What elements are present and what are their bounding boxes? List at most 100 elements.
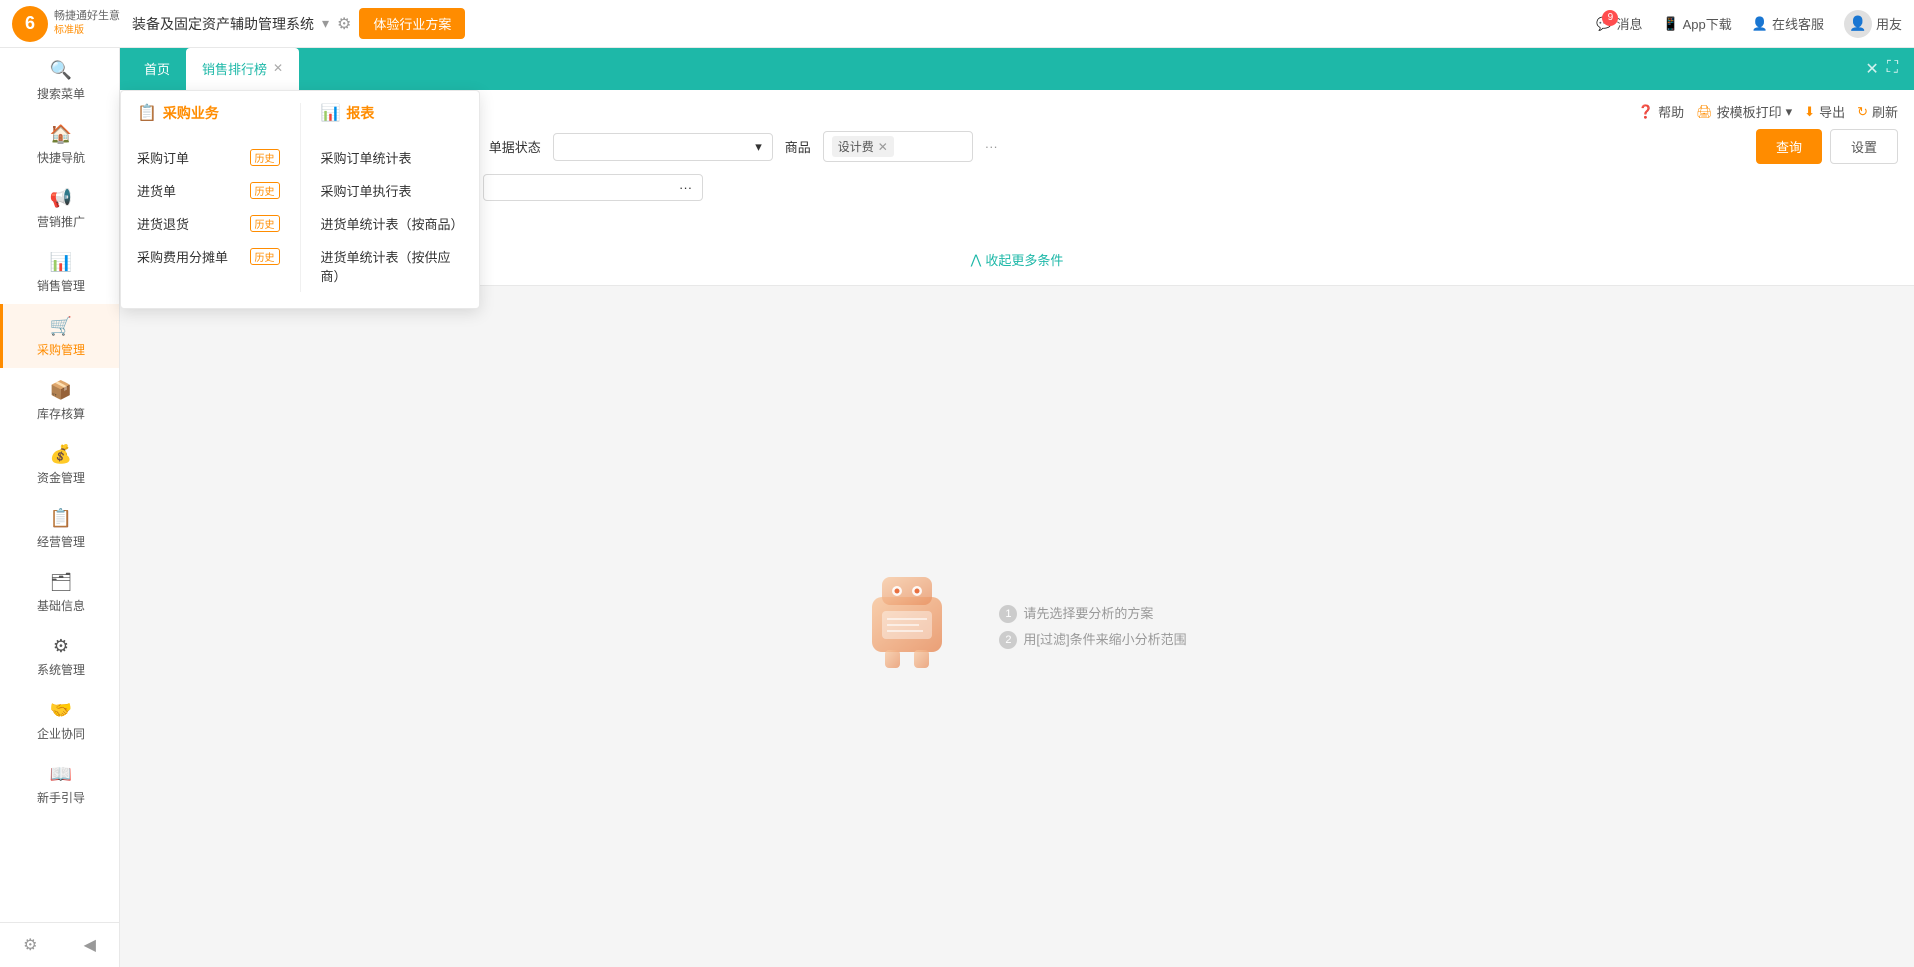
dropdown-col2-title: 📊 报表 [321, 103, 464, 129]
dropdown-col-purchase: 📋 采购业务 采购订单 历史 进货单 历史 进货退货 历史 采购费用分摊单 历史 [121, 103, 296, 292]
sidebar-label-purchase: 采购管理 [37, 341, 85, 358]
reports-col-icon: 📊 [321, 103, 341, 123]
phone-icon: 📱 [1662, 16, 1678, 32]
sidebar-label-quicknav: 快捷导航 [37, 149, 85, 166]
dropdown-item-return[interactable]: 进货退货 历史 [137, 207, 280, 240]
salesperson-dots[interactable]: ··· [679, 180, 692, 195]
history-badge-2: 历史 [250, 215, 280, 232]
messages-label: 消息 [1616, 14, 1642, 33]
dropdown-col-reports: 📊 报表 采购订单统计表 采购订单执行表 进货单统计表（按商品） 进货单统计表（… [305, 103, 480, 292]
history-badge-3: 历史 [250, 248, 280, 265]
capital-icon: 💰 [50, 444, 72, 465]
sidebar-item-quicknav[interactable]: 🏠 快捷导航 [0, 112, 119, 176]
purchase-col-icon: 📋 [137, 103, 157, 123]
search-menu-icon: 🔍 [50, 60, 72, 81]
collapse-label: 收起更多条件 [985, 250, 1063, 269]
tab-close-icon[interactable]: ✕ [273, 61, 283, 75]
salesperson-select[interactable]: ··· [483, 174, 703, 201]
messages-btn[interactable]: 💬 9 消息 [1596, 14, 1642, 33]
refresh-btn[interactable]: ↻ 刷新 [1857, 102, 1898, 121]
sidebar-item-enterprise[interactable]: 🤝 企业协同 [0, 688, 119, 752]
hint-text-2: 用[过滤]条件来缩小分析范围 [1023, 627, 1186, 653]
sidebar-item-baseinfo[interactable]: 🗂 基础信息 [0, 560, 119, 624]
window-close-icon[interactable]: ✕ [1865, 59, 1878, 79]
dropdown-item-report4[interactable]: 进货单统计表（按供应商） [321, 240, 464, 292]
dropdown-columns: 📋 采购业务 采购订单 历史 进货单 历史 进货退货 历史 采购费用分摊单 历史 [121, 103, 479, 292]
settings-icon[interactable]: ⚙ [337, 14, 351, 34]
sidebar-item-purchase[interactable]: 🛒 采购管理 [0, 304, 119, 368]
hint-num-2: 2 [999, 631, 1017, 649]
logo-icon: 6 [12, 6, 48, 42]
footer-settings-btn[interactable]: ⚙ [19, 931, 41, 959]
logo-text: 畅捷通好生意 标准版 [54, 9, 120, 38]
doc-status-label: 单据状态 [489, 137, 541, 156]
help-btn[interactable]: ❓ 帮助 [1638, 102, 1684, 121]
sidebar: 🔍 搜索菜单 🏠 快捷导航 📢 营销推广 📊 销售管理 🛒 采购管理 📦 库存核… [0, 48, 120, 967]
app-download-btn[interactable]: 📱 App下载 [1662, 14, 1731, 33]
message-badge: 9 [1602, 10, 1618, 26]
dropdown-item-cost[interactable]: 采购费用分摊单 历史 [137, 240, 280, 273]
dropdown-arrow-icon[interactable]: ▾ [322, 15, 329, 32]
header-right: 💬 9 消息 📱 App下载 👤 在线客服 👤 用友 [1596, 10, 1902, 38]
sidebar-label-search: 搜索菜单 [37, 85, 85, 102]
dropdown-divider [300, 103, 301, 292]
sidebar-item-operations[interactable]: 📋 经营管理 [0, 496, 119, 560]
sidebar-label-capital: 资金管理 [37, 469, 85, 486]
export-icon: ⬇ [1804, 104, 1815, 120]
sidebar-item-sales[interactable]: 📊 销售管理 [0, 240, 119, 304]
industry-btn[interactable]: 体验行业方案 [359, 8, 465, 39]
dropdown-item-inbound[interactable]: 进货单 历史 [137, 174, 280, 207]
dropdown-item-report2[interactable]: 采购订单执行表 [321, 174, 464, 207]
sidebar-label-operations: 经营管理 [37, 533, 85, 550]
sidebar-label-guide: 新手引导 [37, 789, 85, 806]
online-service-btn[interactable]: 👤 在线客服 [1752, 14, 1824, 33]
sidebar-item-inventory[interactable]: 📦 库存核算 [0, 368, 119, 432]
sidebar-label-baseinfo: 基础信息 [37, 597, 85, 614]
print-dropdown-icon[interactable]: ▾ [1786, 104, 1793, 120]
tab-home[interactable]: 首页 [128, 48, 186, 90]
query-btn[interactable]: 查询 [1756, 129, 1822, 164]
refresh-icon: ↻ [1857, 104, 1868, 120]
tab-sales-rank[interactable]: 销售排行榜 ✕ [186, 48, 299, 90]
dropdown-item-purchase-order[interactable]: 采购订单 历史 [137, 141, 280, 174]
print-btn[interactable]: 🖨 按模板打印 ▾ [1696, 102, 1792, 121]
goods-tag-remove[interactable]: ✕ [878, 140, 888, 154]
sidebar-item-capital[interactable]: 💰 资金管理 [0, 432, 119, 496]
purchase-dropdown-menu: 📋 采购业务 采购订单 历史 进货单 历史 进货退货 历史 采购费用分摊单 历史 [120, 90, 480, 309]
robot-svg [847, 567, 967, 677]
system-title-text: 装备及固定资产辅助管理系统 [132, 14, 314, 34]
goods-filter-area[interactable]: 设计费 ✕ [823, 131, 973, 162]
window-maximize-icon[interactable]: ⛶ [1887, 59, 1898, 79]
main-content-empty: 1 请先选择要分析的方案 2 用[过滤]条件来缩小分析范围 [120, 286, 1914, 967]
tab-sales-rank-label: 销售排行榜 [202, 59, 267, 78]
sidebar-item-system[interactable]: ⚙ 系统管理 [0, 624, 119, 688]
goods-more-btn[interactable]: ··· [985, 139, 998, 154]
history-badge-0: 历史 [250, 149, 280, 166]
system-title-area: 装备及固定资产辅助管理系统 ▾ ⚙ 体验行业方案 [132, 8, 1596, 39]
operations-icon: 📋 [50, 508, 72, 529]
empty-illustration [847, 567, 967, 687]
dropdown-item-report1[interactable]: 采购订单统计表 [321, 141, 464, 174]
sidebar-item-marketing[interactable]: 📢 营销推广 [0, 176, 119, 240]
sidebar-item-guide[interactable]: 📖 新手引导 [0, 752, 119, 816]
history-badge-1: 历史 [250, 182, 280, 199]
sidebar-label-marketing: 营销推广 [37, 213, 85, 230]
user-avatar-btn[interactable]: 👤 用友 [1844, 10, 1902, 38]
doc-status-select[interactable]: ▾ [553, 133, 773, 161]
footer-collapse-btn[interactable]: ◀ [80, 931, 100, 959]
dropdown-item-report3[interactable]: 进货单统计表（按商品） [321, 207, 464, 240]
tab-window-buttons: ✕ ⛶ [1865, 59, 1906, 79]
setting-btn[interactable]: 设置 [1830, 129, 1898, 164]
export-btn[interactable]: ⬇ 导出 [1804, 102, 1845, 121]
empty-hints: 1 请先选择要分析的方案 2 用[过滤]条件来缩小分析范围 [999, 601, 1186, 653]
sidebar-label-inventory: 库存核算 [37, 405, 85, 422]
sidebar-label-enterprise: 企业协同 [37, 725, 85, 742]
print-icon: 🖨 [1696, 104, 1713, 120]
hint-item-2: 2 用[过滤]条件来缩小分析范围 [999, 627, 1186, 653]
sidebar-item-search[interactable]: 🔍 搜索菜单 [0, 48, 119, 112]
sales-icon: 📊 [50, 252, 72, 273]
hint-item-1: 1 请先选择要分析的方案 [999, 601, 1186, 627]
sidebar-footer: ⚙ ◀ [0, 922, 119, 967]
user-label: 用友 [1876, 14, 1902, 33]
system-icon: ⚙ [53, 636, 69, 657]
